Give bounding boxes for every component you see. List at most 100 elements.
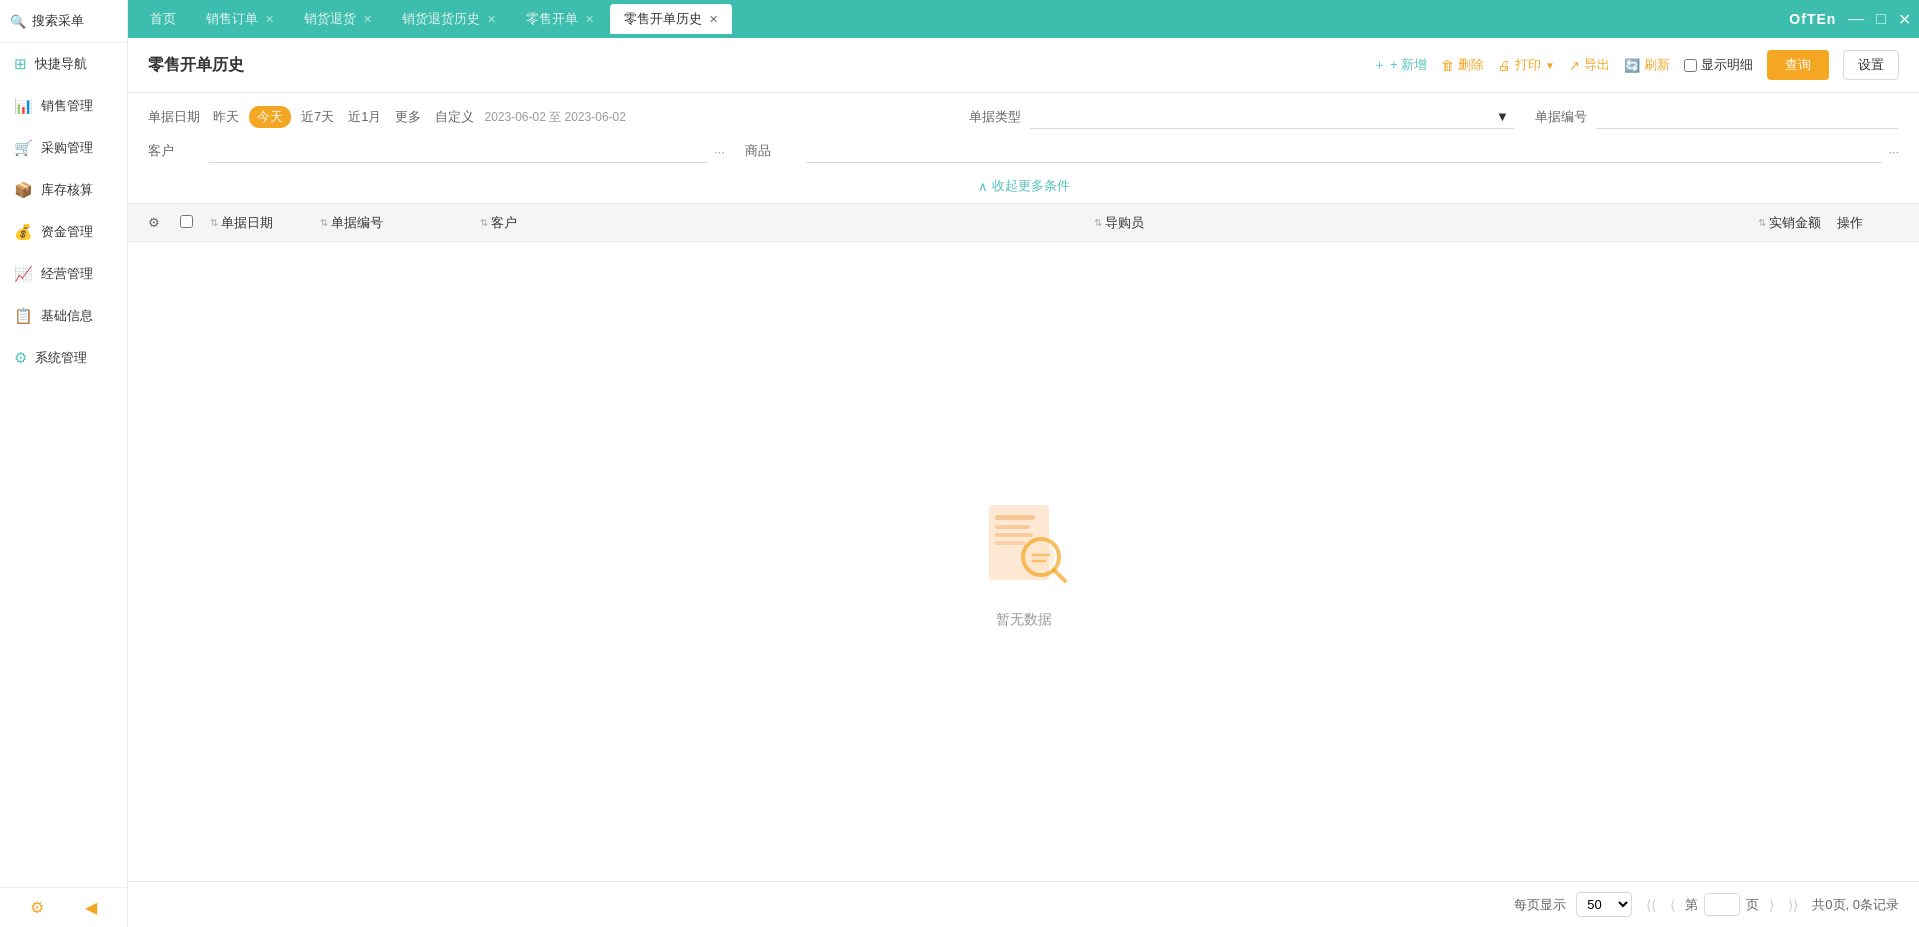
total-info: 共0页, 0条记录 [1812,896,1899,914]
th-amount[interactable]: ⇅ 实销金额 [1216,214,1830,232]
main-content: 首页 销售订单 ✕ 销货退货 ✕ 销货退货历史 ✕ 零售开单 ✕ 零售开单历史 … [128,0,1919,927]
sidebar-item-quick-nav[interactable]: ⊞ 快捷导航 [0,43,127,85]
tab-retail-open[interactable]: 零售开单 ✕ [512,4,608,34]
select-all-checkbox[interactable] [180,215,193,228]
doc-num-input[interactable] [1596,105,1899,129]
th-number[interactable]: ⇅ 单据编号 [312,214,472,232]
sidebar-item-operations[interactable]: 📈 经营管理 [0,253,127,295]
table-settings-icon[interactable]: ⚙ [138,215,170,230]
page-label: 页 [1746,896,1759,914]
next-page-button[interactable]: ⟩ [1765,895,1778,915]
svg-rect-1 [995,515,1035,520]
query-button[interactable]: 查询 [1767,50,1829,80]
goods-dots[interactable]: ··· [1888,144,1899,159]
date-more[interactable]: 更多 [391,106,425,128]
sidebar-item-basic-info[interactable]: 📋 基础信息 [0,295,127,337]
filter-row-2: 客户 ··· 商品 ··· [148,139,1899,163]
sales-mgmt-icon: 📊 [14,97,33,115]
th-action: 操作 [1829,214,1909,232]
delete-button[interactable]: 🗑 删除 [1441,56,1484,74]
operations-icon: 📈 [14,265,33,283]
first-page-button[interactable]: ⟨⟨ [1642,895,1660,915]
page-title: 零售开单历史 [148,55,244,76]
page-size-select[interactable]: 50 10 20 100 [1576,892,1632,917]
tab-bar-right: OfTEn — □ ✕ [1789,10,1911,29]
toolbar: ＋ + 新增 🗑 删除 🖨 打印 ▼ ↗ 导出 🔄 刷新 显 [1373,50,1899,80]
tab-retail-open-history-close[interactable]: ✕ [709,13,718,26]
sidebar-item-purchase-mgmt[interactable]: 🛒 采购管理 [0,127,127,169]
date-yesterday[interactable]: 昨天 [209,106,243,128]
sort-icon-date: ⇅ [210,217,218,228]
table-select-all[interactable] [170,215,202,231]
print-icon: 🖨 [1498,58,1511,73]
sidebar-item-label: 经营管理 [41,265,93,283]
tab-home[interactable]: 首页 [136,4,190,34]
minimize-button[interactable]: — [1848,10,1864,28]
tab-sales-return-history-close[interactable]: ✕ [487,13,496,26]
th-guide[interactable]: ⇅ 导购员 [1086,214,1216,232]
tab-sales-return-history[interactable]: 销货退货历史 ✕ [388,4,510,34]
maximize-button[interactable]: □ [1876,10,1886,28]
tab-retail-open-close[interactable]: ✕ [585,13,594,26]
svg-point-6 [1027,543,1055,571]
pagination: 每页显示 50 10 20 100 ⟨⟨ ⟨ 第 1 页 ⟩ ⟩⟩ 共0页, 0… [128,881,1919,927]
display-detail-checkbox[interactable]: 显示明细 [1684,56,1753,74]
goods-input[interactable] [806,139,1882,163]
doc-num-label: 单据编号 [1535,108,1590,126]
empty-state: 暂无数据 [128,242,1919,881]
close-window-button[interactable]: ✕ [1898,10,1911,29]
empty-illustration [969,495,1079,595]
date-custom[interactable]: 自定义 [431,106,478,128]
tab-retail-open-history[interactable]: 零售开单历史 ✕ [610,4,732,34]
date-1month[interactable]: 近1月 [344,106,385,128]
tab-sales-return[interactable]: 销货退货 ✕ [290,4,386,34]
purchase-mgmt-icon: 🛒 [14,139,33,157]
display-detail-input[interactable] [1684,59,1697,72]
sidebar-item-sales-mgmt[interactable]: 📊 销售管理 [0,85,127,127]
export-button[interactable]: ↗ 导出 [1569,56,1610,74]
sidebar-item-label: 系统管理 [35,349,87,367]
tab-bar: 首页 销售订单 ✕ 销货退货 ✕ 销货退货历史 ✕ 零售开单 ✕ 零售开单历史 … [128,0,1919,38]
tab-sales-return-close[interactable]: ✕ [363,13,372,26]
date-7days[interactable]: 近7天 [297,106,338,128]
inventory-icon: 📦 [14,181,33,199]
search-icon: 🔍 [10,14,26,29]
sidebar-item-inventory[interactable]: 📦 库存核算 [0,169,127,211]
filter-goods: 商品 ··· [745,139,1899,163]
doc-type-select[interactable]: ▼ [1030,105,1515,129]
sort-icon-amount: ⇅ [1758,217,1766,228]
tab-sales-order[interactable]: 销售订单 ✕ [192,4,288,34]
th-date[interactable]: ⇅ 单据日期 [202,214,312,232]
customer-input[interactable] [209,139,708,163]
page-word: 第 [1685,896,1698,914]
settings-footer-icon[interactable]: ⚙ [30,898,44,917]
svg-rect-2 [995,525,1030,529]
refresh-label: 刷新 [1644,56,1670,74]
th-customer[interactable]: ⇅ 客户 [472,214,1086,232]
print-button[interactable]: 🖨 打印 ▼ [1498,56,1555,74]
sidebar-item-system[interactable]: ⚙ 系统管理 [0,337,127,379]
doc-type-dropdown-icon: ▼ [1496,109,1509,124]
customer-dots[interactable]: ··· [714,144,725,159]
filter-area: 单据日期 昨天 今天 近7天 近1月 更多 自定义 2023-06-02 至 2… [128,93,1919,204]
tab-sales-return-history-label: 销货退货历史 [402,10,480,28]
last-page-button[interactable]: ⟩⟩ [1784,895,1802,915]
prev-page-button[interactable]: ⟨ [1666,895,1679,915]
table-area: ⚙ ⇅ 单据日期 ⇅ 单据编号 ⇅ 客户 ⇅ 导购员 ⇅ 实销金额 [128,204,1919,927]
delete-icon: 🗑 [1441,58,1454,73]
date-today[interactable]: 今天 [249,106,291,128]
add-button[interactable]: ＋ + 新增 [1373,56,1427,74]
refresh-icon: 🔄 [1624,58,1640,73]
sidebar-search[interactable]: 🔍 搜索采单 [0,0,127,43]
sidebar-item-finance[interactable]: 💰 资金管理 [0,211,127,253]
collapse-button[interactable]: ∧ 收起更多条件 [978,177,1070,195]
table-header: ⚙ ⇅ 单据日期 ⇅ 单据编号 ⇅ 客户 ⇅ 导购员 ⇅ 实销金额 [128,204,1919,242]
refresh-button[interactable]: 🔄 刷新 [1624,56,1670,74]
collapse-footer-icon[interactable]: ◀ [85,898,97,917]
filter-row-1: 单据日期 昨天 今天 近7天 近1月 更多 自定义 2023-06-02 至 2… [148,105,1899,129]
collapse-label: 收起更多条件 [992,177,1070,195]
setting-button[interactable]: 设置 [1843,50,1899,80]
export-label: 导出 [1584,56,1610,74]
page-number-input[interactable]: 1 [1704,893,1740,916]
tab-sales-order-close[interactable]: ✕ [265,13,274,26]
